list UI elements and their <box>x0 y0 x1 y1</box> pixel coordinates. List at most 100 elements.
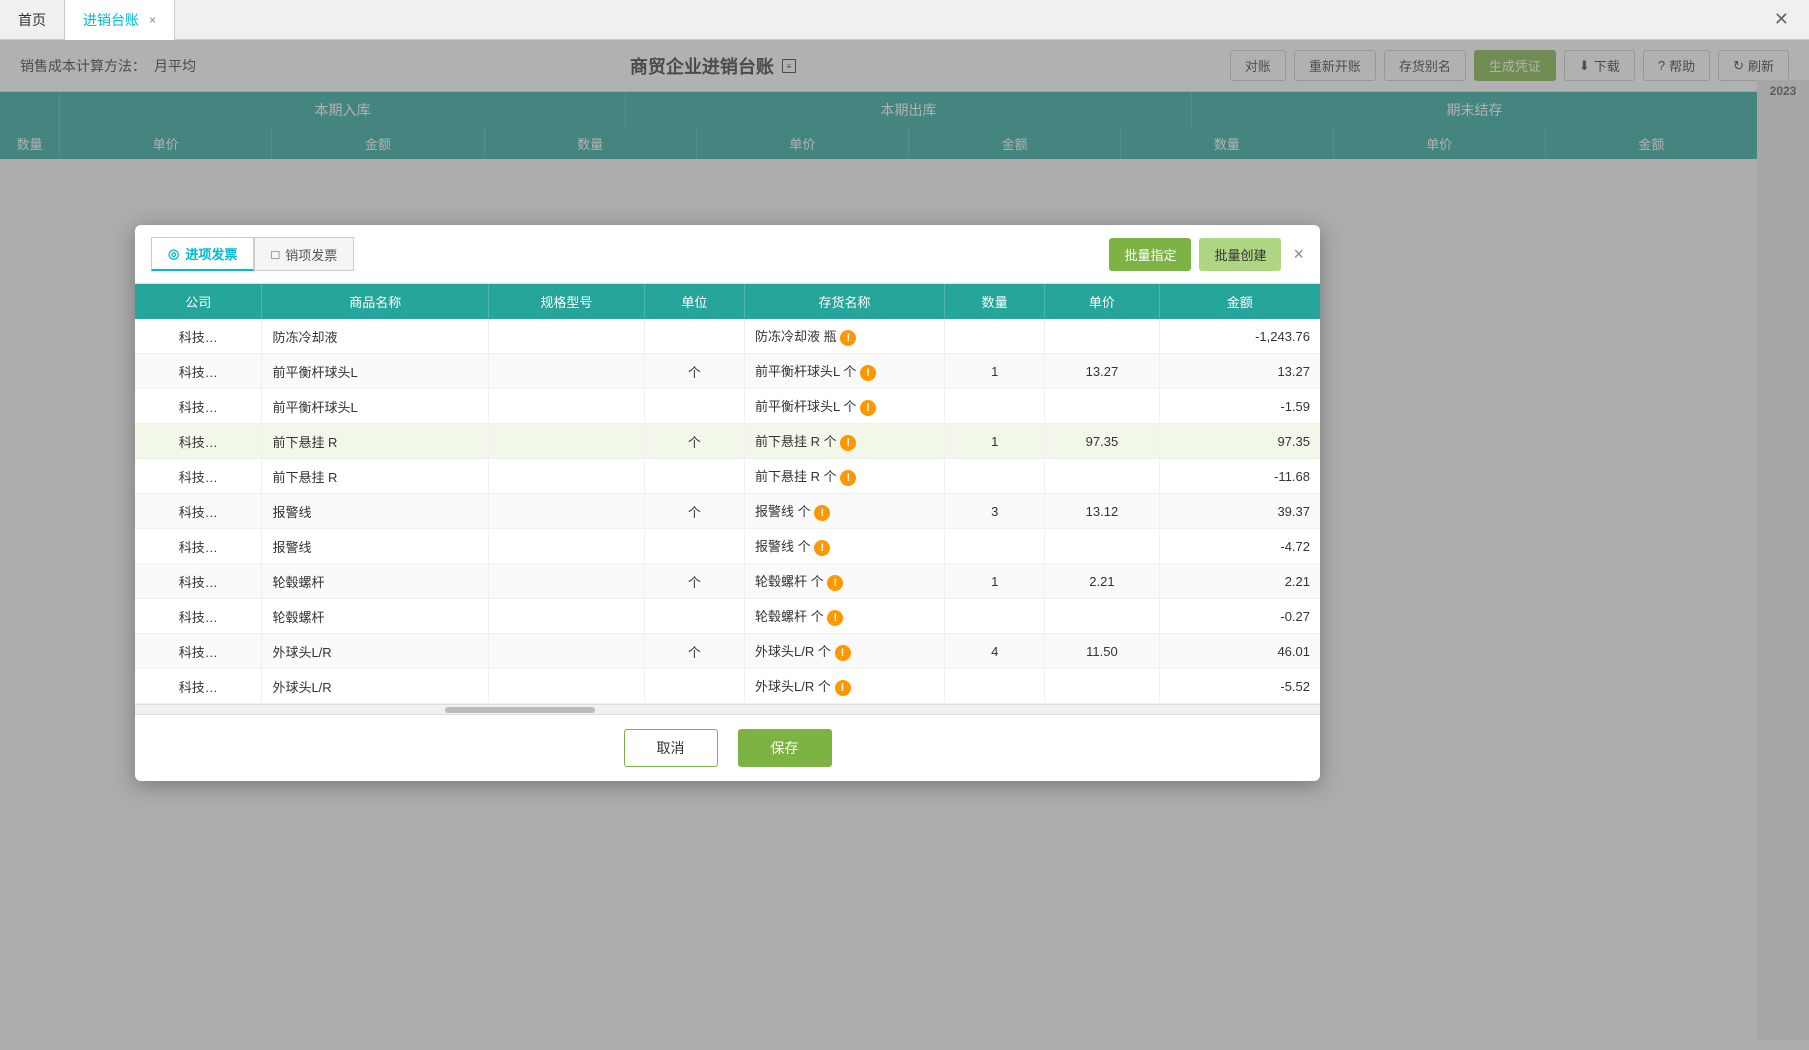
cell-inventory: 前下悬挂 R 个 ! <box>745 424 945 459</box>
tab-close-icon[interactable]: × <box>149 0 156 40</box>
dialog-tabs: ◎ 进项发票 □ 销项发票 <box>151 237 354 271</box>
cell-spec <box>489 319 645 354</box>
cell-amount: -5.52 <box>1159 669 1320 704</box>
cell-product: 外球头L/R <box>262 634 489 669</box>
col-unit: 单位 <box>644 284 744 319</box>
cell-inventory: 报警线 个 ! <box>745 494 945 529</box>
col-quantity: 数量 <box>945 284 1045 319</box>
cell-quantity <box>945 529 1045 564</box>
cell-quantity: 1 <box>945 354 1045 389</box>
col-inventory: 存货名称 <box>745 284 945 319</box>
warning-icon: ! <box>860 365 876 381</box>
cell-price: 11.50 <box>1045 634 1159 669</box>
tab-purchase-invoice[interactable]: ◎ 进项发票 <box>151 237 254 271</box>
tab-sales-invoice[interactable]: □ 销项发票 <box>254 237 354 271</box>
cell-quantity <box>945 319 1045 354</box>
cell-inventory: 报警线 个 ! <box>745 529 945 564</box>
window-close-button[interactable]: ✕ <box>1764 9 1799 30</box>
cell-price <box>1045 599 1159 634</box>
cell-price <box>1045 459 1159 494</box>
table-row: 科技… 轮毂螺杆 个 轮毂螺杆 个 ! 1 2.21 2.21 <box>135 564 1320 599</box>
dialog-scrollbar[interactable] <box>135 704 1320 714</box>
tab-sales-label: 销项发票 <box>285 245 337 264</box>
cell-company: 科技… <box>135 424 262 459</box>
batch-create-button[interactable]: 批量创建 <box>1199 238 1281 271</box>
cell-unit <box>644 669 744 704</box>
col-company: 公司 <box>135 284 262 319</box>
cell-company: 科技… <box>135 459 262 494</box>
cell-inventory: 外球头L/R 个 ! <box>745 634 945 669</box>
cell-amount: -4.72 <box>1159 529 1320 564</box>
warning-icon: ! <box>827 575 843 591</box>
warning-icon: ! <box>840 470 856 486</box>
cell-company: 科技… <box>135 634 262 669</box>
cell-amount: 13.27 <box>1159 354 1320 389</box>
cell-quantity: 1 <box>945 564 1045 599</box>
dialog-table-wrap[interactable]: 公司 商品名称 规格型号 单位 存货名称 数量 单价 金额 科技… 防冻冷却液 … <box>135 284 1320 704</box>
cell-spec <box>489 529 645 564</box>
tab-active[interactable]: 进销台账 × <box>65 0 175 40</box>
cell-spec <box>489 424 645 459</box>
cell-product: 前下悬挂 R <box>262 424 489 459</box>
cell-price: 97.35 <box>1045 424 1159 459</box>
cell-product: 前下悬挂 R <box>262 459 489 494</box>
cell-spec <box>489 389 645 424</box>
cell-quantity: 3 <box>945 494 1045 529</box>
cell-spec <box>489 634 645 669</box>
cell-inventory: 前平衡杆球头L 个 ! <box>745 354 945 389</box>
cell-product: 外球头L/R <box>262 669 489 704</box>
cell-company: 科技… <box>135 494 262 529</box>
cell-price <box>1045 669 1159 704</box>
cancel-button[interactable]: 取消 <box>624 729 718 767</box>
warning-icon: ! <box>827 610 843 626</box>
cell-spec <box>489 669 645 704</box>
cell-inventory: 防冻冷却液 瓶 ! <box>745 319 945 354</box>
cell-unit <box>644 389 744 424</box>
invoice-dialog: ◎ 进项发票 □ 销项发票 批量指定 批量创建 × 公司 商品名称 <box>135 225 1320 781</box>
warning-icon: ! <box>835 645 851 661</box>
cell-unit: 个 <box>644 354 744 389</box>
cell-spec <box>489 459 645 494</box>
cell-price: 13.12 <box>1045 494 1159 529</box>
table-row: 科技… 报警线 个 报警线 个 ! 3 13.12 39.37 <box>135 494 1320 529</box>
cell-inventory: 前平衡杆球头L 个 ! <box>745 389 945 424</box>
dialog-close-button[interactable]: × <box>1293 244 1304 265</box>
warning-icon: ! <box>860 400 876 416</box>
save-button[interactable]: 保存 <box>738 729 832 767</box>
cell-spec <box>489 599 645 634</box>
tab-home[interactable]: 首页 <box>0 0 65 40</box>
cell-unit <box>644 319 744 354</box>
cell-product: 报警线 <box>262 494 489 529</box>
cell-inventory: 外球头L/R 个 ! <box>745 669 945 704</box>
table-row: 科技… 防冻冷却液 防冻冷却液 瓶 ! -1,243.76 <box>135 319 1320 354</box>
cell-amount: 46.01 <box>1159 634 1320 669</box>
table-row: 科技… 外球头L/R 外球头L/R 个 ! -5.52 <box>135 669 1320 704</box>
tab-purchase-label: 进项发票 <box>185 244 237 263</box>
cell-unit: 个 <box>644 564 744 599</box>
warning-icon: ! <box>840 435 856 451</box>
cell-inventory: 前下悬挂 R 个 ! <box>745 459 945 494</box>
cell-unit: 个 <box>644 634 744 669</box>
cell-company: 科技… <box>135 669 262 704</box>
cell-company: 科技… <box>135 389 262 424</box>
table-row: 科技… 轮毂螺杆 轮毂螺杆 个 ! -0.27 <box>135 599 1320 634</box>
warning-icon: ! <box>814 540 830 556</box>
cell-product: 报警线 <box>262 529 489 564</box>
cell-unit <box>644 599 744 634</box>
warning-icon: ! <box>835 680 851 696</box>
cell-spec <box>489 564 645 599</box>
cell-price: 13.27 <box>1045 354 1159 389</box>
table-row: 科技… 前下悬挂 R 前下悬挂 R 个 ! -11.68 <box>135 459 1320 494</box>
cell-amount: -11.68 <box>1159 459 1320 494</box>
batch-assign-button[interactable]: 批量指定 <box>1109 238 1191 271</box>
table-row: 科技… 报警线 报警线 个 ! -4.72 <box>135 529 1320 564</box>
cell-product: 防冻冷却液 <box>262 319 489 354</box>
cell-unit: 个 <box>644 424 744 459</box>
cell-inventory: 轮毂螺杆 个 ! <box>745 564 945 599</box>
cell-price <box>1045 529 1159 564</box>
cell-quantity: 1 <box>945 424 1045 459</box>
warning-icon: ! <box>814 505 830 521</box>
cell-quantity: 4 <box>945 634 1045 669</box>
cell-product: 轮毂螺杆 <box>262 599 489 634</box>
cell-company: 科技… <box>135 529 262 564</box>
